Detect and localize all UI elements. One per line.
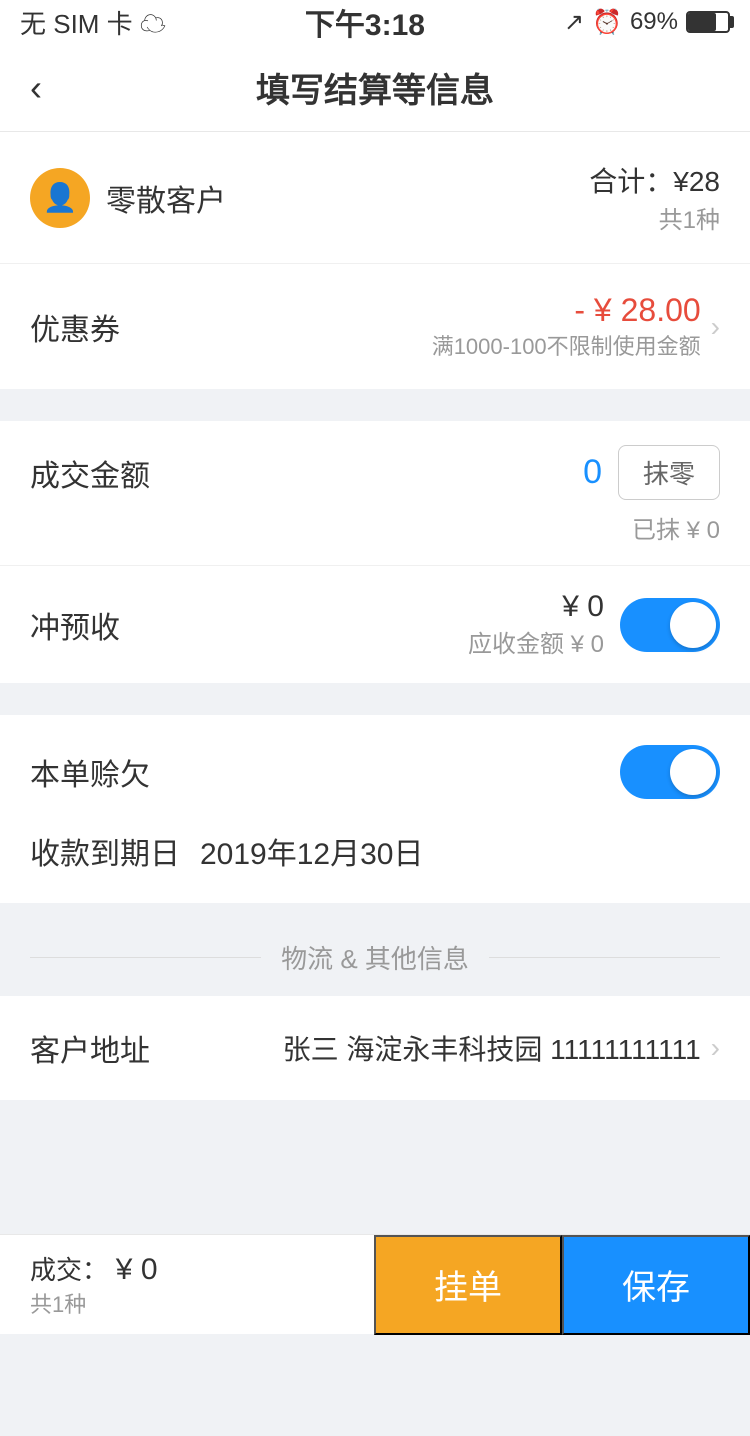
debt-row: 本单赊欠 (0, 715, 750, 829)
prepay-row: 冲预收 ¥ 0 应收金额 ¥ 0 (0, 565, 750, 683)
bottom-deal-amount: ¥ 0 (116, 1253, 158, 1286)
coupon-info: - ¥ 28.00 满1000-100不限制使用金额 (432, 292, 701, 361)
prepay-label: 冲预收 (30, 603, 120, 647)
already-deducted: 已抹 ¥ 0 (0, 510, 750, 565)
customer-avatar: 👤 (30, 168, 90, 228)
logistics-divider: 物流 & 其他信息 (0, 919, 750, 996)
address-row[interactable]: 客户地址 张三 海淀永丰科技园 11111111111 › (0, 996, 750, 1100)
bottom-deal-label: 成交： (30, 1255, 108, 1285)
section-divider-1 (0, 405, 750, 421)
customer-left: 👤 零散客户 (30, 168, 226, 228)
alarm-icon: ⏰ (592, 8, 622, 37)
status-time: 下午3:18 (305, 0, 425, 44)
customer-section: 👤 零散客户 合计：¥28 共1种 优惠券 - ¥ 28.00 满1000-10… (0, 132, 750, 389)
deal-amount-section: 成交金额 0 抹零 已抹 ¥ 0 冲预收 ¥ 0 应收金额 ¥ 0 (0, 421, 750, 683)
avatar-icon: 👤 (43, 181, 78, 214)
bottom-deal-row: 成交： ¥ 0 (30, 1250, 344, 1287)
battery-icon (686, 11, 730, 33)
save-button[interactable]: 保存 (562, 1235, 750, 1335)
status-left: 无 SIM 卡 ☁ (20, 4, 166, 41)
address-value: 张三 海淀永丰科技园 11111111111 (150, 1028, 711, 1068)
deal-amount-value: 0 (583, 453, 602, 492)
pending-button[interactable]: 挂单 (374, 1235, 562, 1335)
location-icon: ↗ (564, 8, 584, 37)
status-right: ↗ ⏰ 69% (564, 8, 730, 37)
customer-name: 零散客户 (106, 176, 226, 220)
due-date-label: 收款到期日 (30, 829, 180, 873)
address-chevron-icon: › (711, 1032, 720, 1064)
logistics-label: 物流 & 其他信息 (281, 939, 469, 976)
coupon-row[interactable]: 优惠券 - ¥ 28.00 满1000-100不限制使用金额 › (0, 263, 750, 389)
prepay-toggle[interactable] (620, 598, 720, 652)
coupon-label: 优惠券 (30, 305, 120, 349)
sim-status: 无 SIM 卡 ☁ (20, 4, 166, 41)
toggle-knob (670, 602, 716, 648)
page-title: 填写结算等信息 (256, 63, 494, 112)
debt-section: 本单赊欠 收款到期日 2019年12月30日 (0, 715, 750, 903)
section-divider-2 (0, 699, 750, 715)
bottom-count: 共1种 (30, 1287, 344, 1319)
debt-toggle-knob (670, 749, 716, 795)
back-button[interactable]: ‹ (30, 67, 42, 109)
round-button[interactable]: 抹零 (618, 445, 720, 500)
prepay-receivable: 应收金额 ¥ 0 (468, 624, 604, 659)
divider-line-left (30, 957, 261, 958)
divider-line-right (489, 957, 720, 958)
due-date-value: 2019年12月30日 (200, 829, 423, 873)
debt-label: 本单赊欠 (30, 750, 150, 794)
address-label: 客户地址 (30, 1026, 150, 1070)
prepay-right: ¥ 0 应收金额 ¥ 0 (468, 590, 720, 659)
prepay-value: ¥ 0 (468, 590, 604, 624)
coupon-discount: - ¥ 28.00 (432, 292, 701, 329)
amount-right: 0 抹零 (583, 445, 720, 500)
battery-percent: 69% (630, 8, 678, 36)
customer-row: 👤 零散客户 合计：¥28 共1种 (0, 132, 750, 263)
status-bar: 无 SIM 卡 ☁ 下午3:18 ↗ ⏰ 69% (0, 0, 750, 44)
coupon-description: 满1000-100不限制使用金额 (432, 329, 701, 361)
debt-toggle[interactable] (620, 745, 720, 799)
date-row: 收款到期日 2019年12月30日 (0, 829, 750, 903)
amount-row: 成交金额 0 抹零 (0, 421, 750, 510)
bottom-bar: 成交： ¥ 0 共1种 挂单 保存 (0, 1234, 750, 1334)
deal-amount-label: 成交金额 (30, 451, 150, 495)
bottom-left: 成交： ¥ 0 共1种 (0, 1250, 374, 1319)
total-amount: 合计：¥28 (589, 160, 720, 200)
chevron-right-icon: › (711, 311, 720, 343)
address-section: 客户地址 张三 海淀永丰科技园 11111111111 › (0, 996, 750, 1100)
total-count: 共1种 (589, 200, 720, 235)
coupon-right: - ¥ 28.00 满1000-100不限制使用金额 › (432, 292, 720, 361)
nav-bar: ‹ 填写结算等信息 (0, 44, 750, 132)
customer-right: 合计：¥28 共1种 (589, 160, 720, 235)
prepay-amounts: ¥ 0 应收金额 ¥ 0 (468, 590, 604, 659)
